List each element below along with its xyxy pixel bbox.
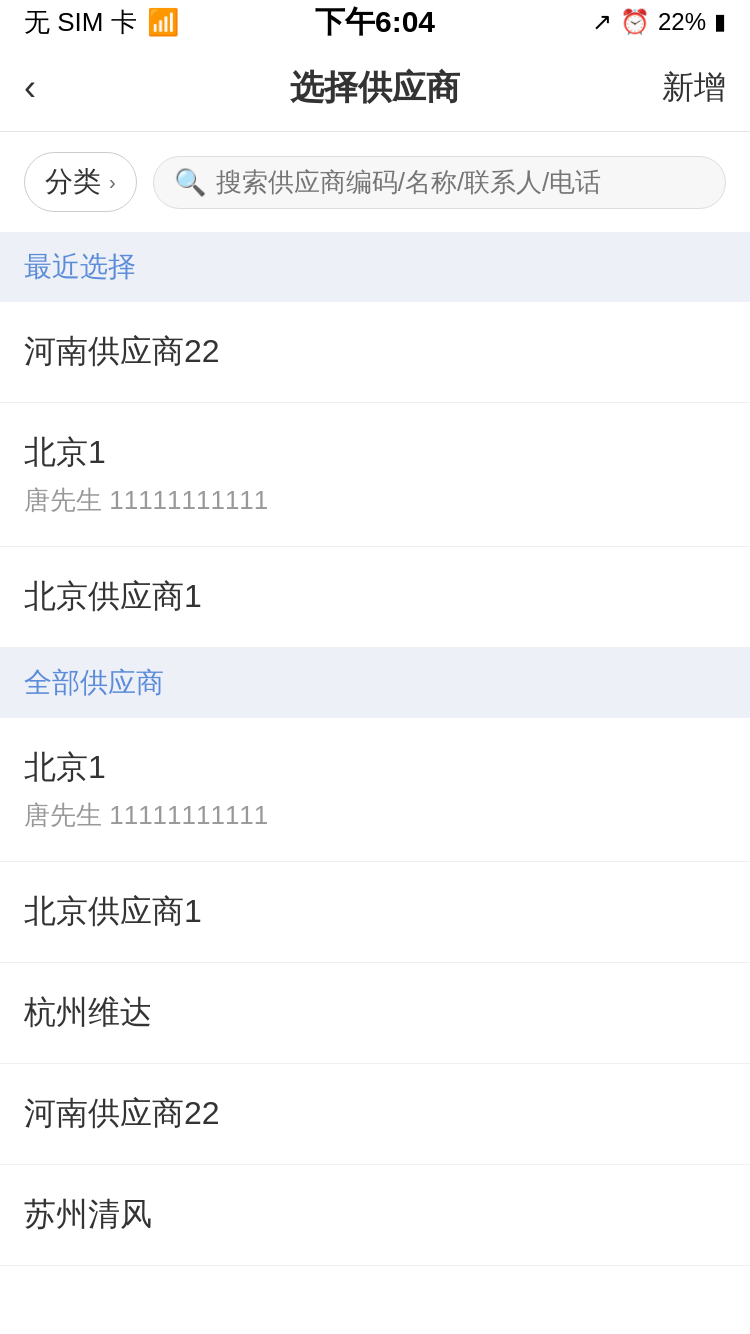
recent-section-title: 最近选择 [24,251,136,282]
search-input[interactable] [216,167,705,198]
status-time: 下午6:04 [315,2,435,43]
all-list-item[interactable]: 北京1 唐先生 11111111111 [0,718,750,862]
all-list-item[interactable]: 河南供应商22 [0,1064,750,1165]
item-name: 河南供应商22 [24,1092,726,1136]
item-name: 河南供应商22 [24,330,726,374]
recent-list-item[interactable]: 河南供应商22 [0,302,750,403]
recent-section-header: 最近选择 [0,232,750,302]
all-section-title: 全部供应商 [24,667,164,698]
all-list-item[interactable]: 苏州清风 [0,1165,750,1266]
filter-bar: 分类 › 🔍 [0,132,750,232]
add-button[interactable]: 新增 [662,66,726,110]
item-contact: 唐先生 11111111111 [24,798,726,833]
recent-list-item[interactable]: 北京供应商1 [0,547,750,648]
back-button[interactable]: ‹ [24,67,84,109]
recent-list: 河南供应商22 北京1 唐先生 11111111111 北京供应商1 [0,302,750,648]
item-contact: 唐先生 11111111111 [24,483,726,518]
item-name: 北京供应商1 [24,890,726,934]
sim-status: 无 SIM 卡 [24,5,137,40]
category-filter-button[interactable]: 分类 › [24,152,137,212]
item-name: 北京1 [24,746,726,790]
search-icon: 🔍 [174,167,206,198]
item-name: 北京1 [24,431,726,475]
search-box[interactable]: 🔍 [153,156,726,209]
status-left: 无 SIM 卡 📶 [24,5,179,40]
item-name: 杭州维达 [24,991,726,1035]
nav-bar: ‹ 选择供应商 新增 [0,44,750,132]
status-bar: 无 SIM 卡 📶 下午6:04 ↗ ⏰ 22% ▮ [0,0,750,44]
all-section-header: 全部供应商 [0,648,750,718]
recent-list-item[interactable]: 北京1 唐先生 11111111111 [0,403,750,547]
all-list-item[interactable]: 杭州维达 [0,963,750,1064]
page-title: 选择供应商 [290,65,460,111]
alarm-icon: ⏰ [620,8,650,36]
all-list-item[interactable]: 北京供应商1 [0,862,750,963]
item-name: 苏州清风 [24,1193,726,1237]
battery-icon: ▮ [714,9,726,35]
wifi-icon: 📶 [147,7,179,38]
chevron-right-icon: › [109,171,116,194]
battery-text: 22% [658,8,706,36]
status-right: ↗ ⏰ 22% ▮ [592,8,726,36]
item-name: 北京供应商1 [24,575,726,619]
location-icon: ↗ [592,8,612,36]
category-label: 分类 [45,163,101,201]
all-list: 北京1 唐先生 11111111111 北京供应商1 杭州维达河南供应商22 苏州清… [0,718,750,1266]
